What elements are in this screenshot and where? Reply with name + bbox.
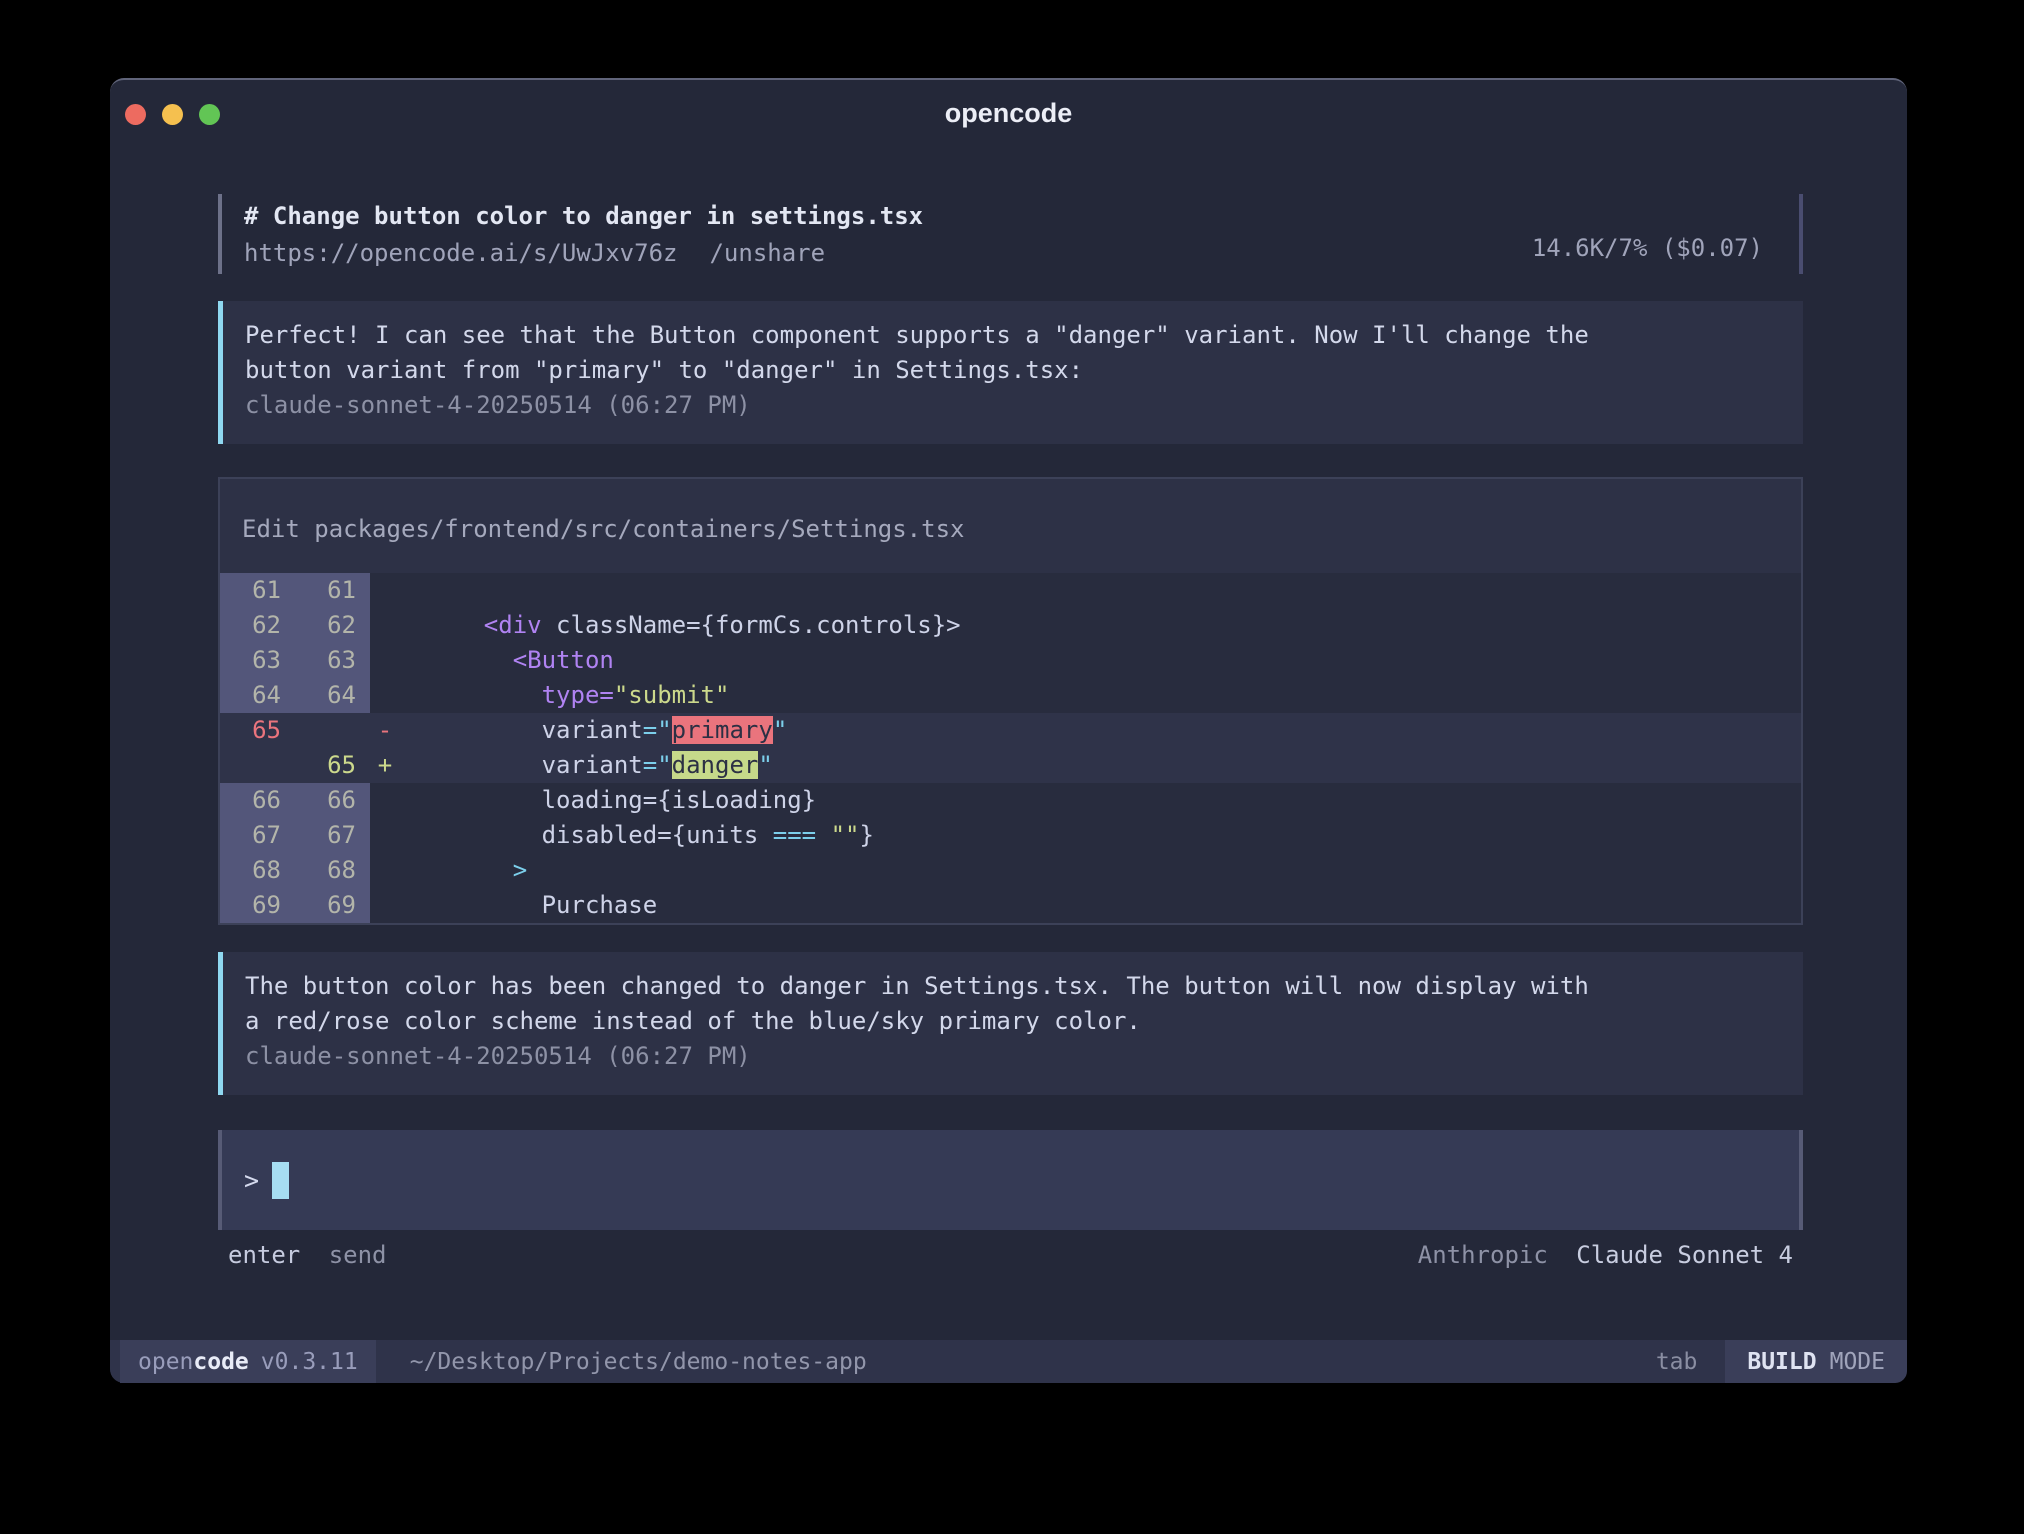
old-line-number: 69 — [220, 888, 295, 923]
diff-sign — [370, 818, 400, 853]
diff-sign — [370, 678, 400, 713]
diff-row-ctx: 6868 > — [220, 853, 1801, 888]
session-header: # Change button color to danger in setti… — [218, 194, 1803, 274]
message-text-line: The button color has been changed to dan… — [245, 969, 1783, 1004]
new-line-number: 69 — [295, 888, 370, 923]
new-line-number: 66 — [295, 783, 370, 818]
diff-row-ctx: 6161 — [220, 573, 1801, 608]
old-line-number: 65 — [220, 713, 295, 748]
message-text-line: Perfect! I can see that the Button compo… — [245, 318, 1783, 353]
input-hint-row: enter send Anthropic Claude Sonnet 4 — [218, 1239, 1803, 1271]
code-line: Purchase — [400, 888, 657, 923]
enter-action-hint: send — [329, 1241, 387, 1269]
message-text-line: a red/rose color scheme instead of the b… — [245, 1004, 1783, 1039]
text-cursor — [272, 1162, 289, 1199]
diff-row-ctx: 6969 Purchase — [220, 888, 1801, 923]
code-line: > — [400, 853, 527, 888]
assistant-message-1: Perfect! I can see that the Button compo… — [218, 301, 1803, 444]
diff-sign — [370, 643, 400, 678]
diff-sign: - — [370, 713, 400, 748]
diff-row-ctx: 6666 loading={isLoading} — [220, 783, 1801, 818]
code-line: type="submit" — [400, 678, 729, 713]
new-line-number: 67 — [295, 818, 370, 853]
old-line-number: 64 — [220, 678, 295, 713]
assistant-message-2: The button color has been changed to dan… — [218, 952, 1803, 1095]
code-line: variant="danger" — [400, 748, 773, 783]
old-line-number: 63 — [220, 643, 295, 678]
diff-sign — [370, 853, 400, 888]
app-version-chip: opencode v0.3.11 — [120, 1340, 376, 1383]
new-line-number — [295, 713, 370, 748]
prompt-symbol: > — [244, 1166, 259, 1195]
tab-key-hint[interactable]: tab — [1656, 1340, 1698, 1383]
model-timestamp: claude-sonnet-4-20250514 (06:27 PM) — [245, 1039, 1783, 1074]
main-content: # Change button color to danger in setti… — [218, 136, 1803, 1271]
enter-key-hint: enter — [228, 1241, 300, 1269]
token-cost-stats: 14.6K/7% ($0.07) — [1532, 234, 1763, 262]
provider-label: Anthropic — [1418, 1241, 1548, 1269]
mode-name: BUILD — [1747, 1349, 1816, 1375]
share-url[interactable]: https://opencode.ai/s/UwJxv76z — [244, 239, 677, 267]
working-directory: ~/Desktop/Projects/demo-notes-app — [410, 1340, 867, 1383]
code-line: <Button — [400, 643, 614, 678]
diff-row-ctx: 6767 disabled={units === ""} — [220, 818, 1801, 853]
new-line-number: 62 — [295, 608, 370, 643]
new-line-number: 63 — [295, 643, 370, 678]
prompt-input[interactable]: > — [218, 1130, 1803, 1230]
diff-view: 61616262 <div className={formCs.controls… — [220, 573, 1801, 923]
old-line-number: 61 — [220, 573, 295, 608]
window-title: opencode — [110, 98, 1907, 129]
brand-open: open — [138, 1349, 193, 1375]
diff-row-ctx: 6363 <Button — [220, 643, 1801, 678]
code-line: disabled={units === ""} — [400, 818, 874, 853]
diff-sign — [370, 608, 400, 643]
brand-code: code — [193, 1349, 248, 1375]
edit-tool-block: Edit packages/frontend/src/containers/Se… — [218, 477, 1803, 925]
old-line-number: 67 — [220, 818, 295, 853]
old-line-number: 62 — [220, 608, 295, 643]
diff-sign — [370, 783, 400, 818]
old-line-number — [220, 748, 295, 783]
opencode-window: opencode # Change button color to danger… — [110, 78, 1907, 1383]
diff-sign — [370, 573, 400, 608]
old-line-number: 66 — [220, 783, 295, 818]
new-line-number: 64 — [295, 678, 370, 713]
diff-sign — [370, 888, 400, 923]
model-timestamp: claude-sonnet-4-20250514 (06:27 PM) — [245, 388, 1783, 423]
window-titlebar: opencode — [110, 80, 1907, 136]
edit-file-path: Edit packages/frontend/src/containers/Se… — [220, 479, 1801, 573]
new-line-number: 68 — [295, 853, 370, 888]
code-line: variant="primary" — [400, 713, 787, 748]
mode-word: MODE — [1830, 1349, 1885, 1375]
model-label: Claude Sonnet 4 — [1576, 1241, 1793, 1269]
code-line — [400, 573, 426, 608]
code-line: loading={isLoading} — [400, 783, 816, 818]
status-bar: opencode v0.3.11 ~/Desktop/Projects/demo… — [110, 1340, 1907, 1383]
diff-row-ctx: 6262 <div className={formCs.controls}> — [220, 608, 1801, 643]
new-line-number: 61 — [295, 573, 370, 608]
code-line: <div className={formCs.controls}> — [400, 608, 961, 643]
app-version: v0.3.11 — [261, 1349, 358, 1375]
session-title: # Change button color to danger in setti… — [244, 202, 1763, 230]
message-text-line: button variant from "primary" to "danger… — [245, 353, 1783, 388]
old-line-number: 68 — [220, 853, 295, 888]
diff-row-ctx: 6464 type="submit" — [220, 678, 1801, 713]
diff-sign: + — [370, 748, 400, 783]
unshare-command[interactable]: /unshare — [709, 239, 825, 267]
mode-chip[interactable]: BUILD MODE — [1725, 1340, 1907, 1383]
new-line-number: 65 — [295, 748, 370, 783]
diff-row-add: 65+ variant="danger" — [220, 748, 1801, 783]
diff-row-del: 65 - variant="primary" — [220, 713, 1801, 748]
